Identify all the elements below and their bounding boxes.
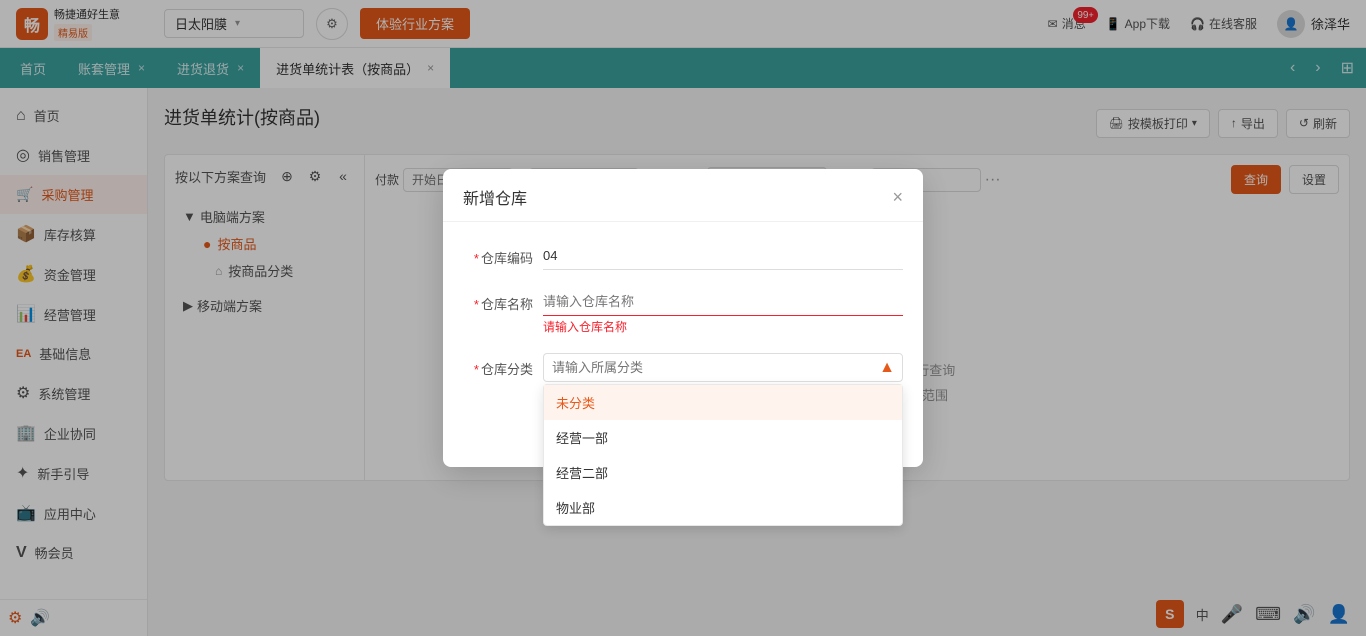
modal-overlay: 新增仓库 × 仓库编码 仓库名称 请输入仓库名称 仓库分类	[0, 0, 1366, 636]
warehouse-name-wrap: 请输入仓库名称	[543, 288, 903, 335]
dropdown-item-uncategorized[interactable]: 未分类	[544, 385, 902, 420]
modal-title: 新增仓库	[463, 185, 527, 209]
warehouse-name-input[interactable]	[543, 288, 903, 316]
warehouse-name-label: 仓库名称	[463, 288, 543, 313]
form-row-code: 仓库编码	[463, 242, 903, 270]
warehouse-name-error: 请输入仓库名称	[543, 318, 903, 335]
category-wrap: ▲ 未分类 经营一部 经营二部 物业部	[543, 353, 903, 382]
warehouse-code-label: 仓库编码	[463, 242, 543, 267]
modal-body: 仓库编码 仓库名称 请输入仓库名称 仓库分类 ▲	[443, 222, 923, 420]
modal-header: 新增仓库 ×	[443, 169, 923, 222]
form-row-name: 仓库名称 请输入仓库名称	[463, 288, 903, 335]
dropdown-item-dept1[interactable]: 经营一部	[544, 420, 902, 455]
warehouse-code-wrap	[543, 242, 903, 270]
category-select-wrap: ▲	[543, 353, 903, 382]
category-label: 仓库分类	[463, 353, 543, 378]
warehouse-code-input[interactable]	[543, 242, 903, 270]
form-row-category: 仓库分类 ▲ 未分类 经营一部 经营二部 物业部	[463, 353, 903, 382]
category-input[interactable]	[543, 353, 903, 382]
add-warehouse-modal: 新增仓库 × 仓库编码 仓库名称 请输入仓库名称 仓库分类	[443, 169, 923, 467]
category-dropdown: 未分类 经营一部 经营二部 物业部	[543, 384, 903, 526]
dropdown-item-dept2[interactable]: 经营二部	[544, 455, 902, 490]
modal-close-btn[interactable]: ×	[892, 187, 903, 208]
dropdown-item-dept3[interactable]: 物业部	[544, 490, 902, 525]
